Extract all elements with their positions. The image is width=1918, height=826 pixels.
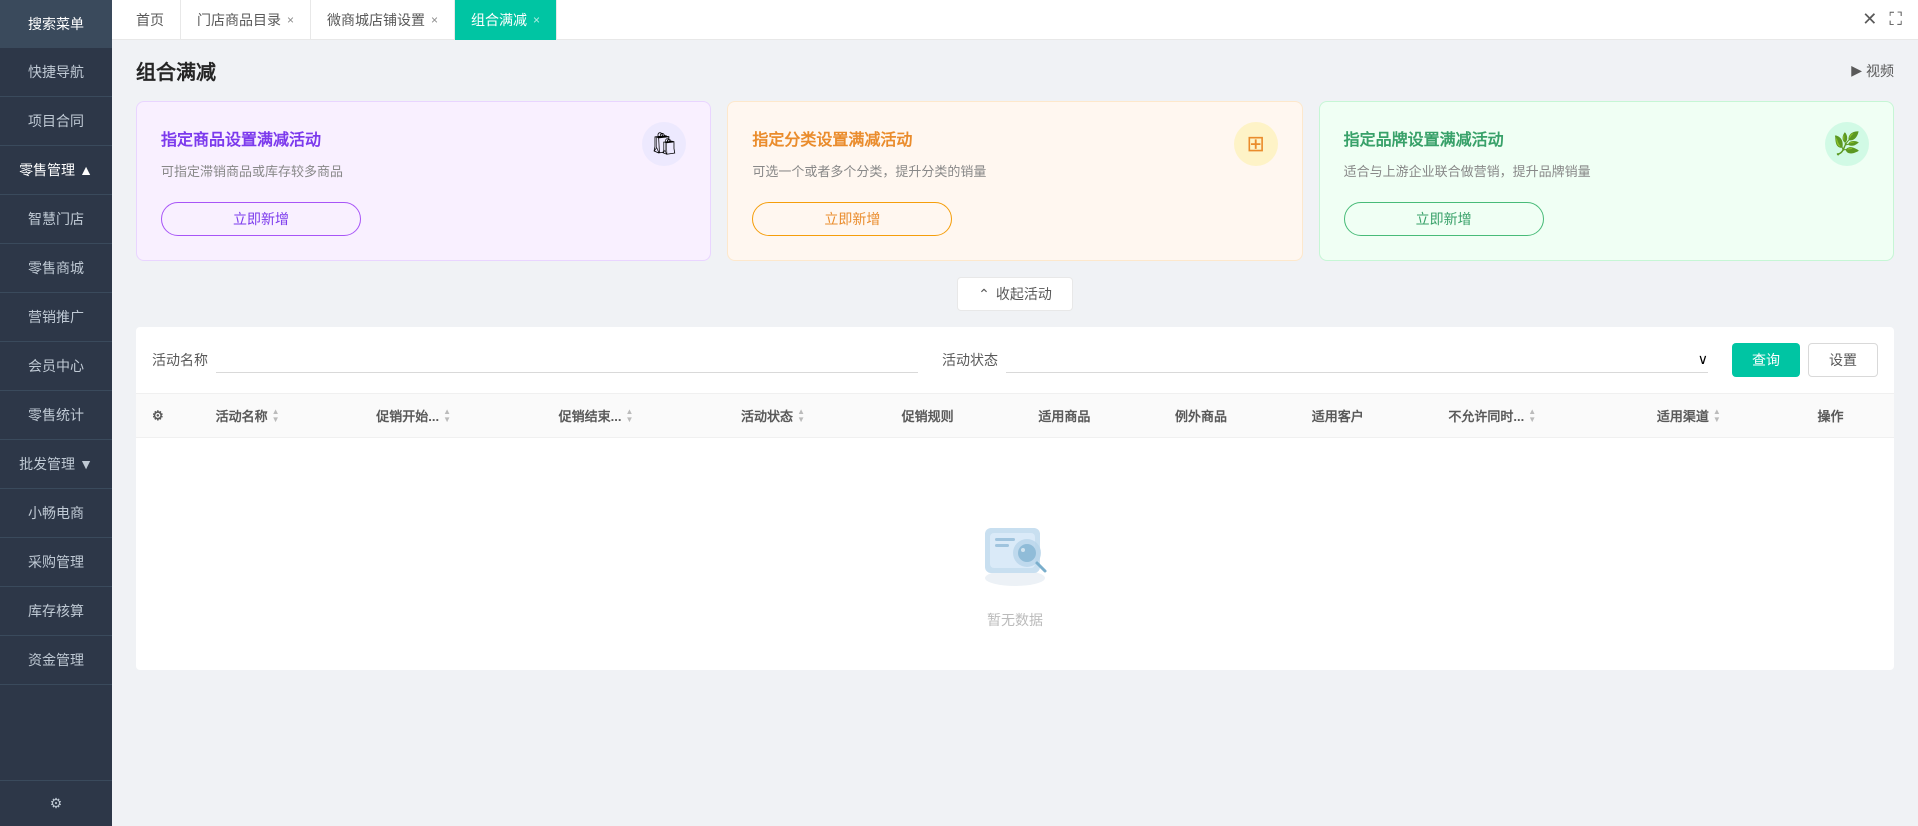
card-brand-icon: 🌿	[1825, 122, 1869, 166]
filter-name-label: 活动名称	[152, 350, 208, 370]
th-no-concurrent[interactable]: 不允许同时... ▲▼	[1440, 394, 1649, 438]
filter-status-select[interactable]: ∨	[1006, 347, 1708, 373]
collapse-bar: ⌃ 收起活动	[136, 277, 1894, 311]
tab-wechat-store-settings[interactable]: 微商城店铺设置 ×	[311, 0, 455, 40]
sidebar: 搜索菜单 快捷导航 项目合同 零售管理 ▲ 智慧门店 零售商城 营销推广 会员中…	[0, 0, 112, 826]
sidebar-item-member-center[interactable]: 会员中心	[0, 342, 112, 391]
tab-wechat-store-close[interactable]: ×	[431, 13, 438, 27]
sort-arrows-start: ▲▼	[443, 408, 451, 424]
th-promo-rule: 促销规则	[894, 394, 1031, 438]
sidebar-item-purchase-mgmt[interactable]: 采购管理	[0, 538, 112, 587]
filter-status-item: 活动状态 ∨	[942, 347, 1708, 373]
th-settings[interactable]: ⚙	[136, 394, 208, 438]
tab-bar: 首页 门店商品目录 × 微商城店铺设置 × 组合满减 × ✕ ⛶	[112, 0, 1918, 40]
tab-combo-discount-close[interactable]: ×	[533, 13, 540, 27]
card-category-title: 指定分类设置满减活动	[752, 126, 1277, 150]
card-brand-desc: 适合与上游企业联合做营销，提升品牌销量	[1344, 162, 1869, 182]
tab-actions: ✕ ⛶	[1862, 9, 1910, 30]
tab-store-catalog-close[interactable]: ×	[287, 13, 294, 27]
collapse-icon: ⌃	[978, 286, 990, 303]
sidebar-item-smart-store[interactable]: 智慧门店	[0, 195, 112, 244]
sidebar-item-wholesale-mgmt[interactable]: 批发管理 ▼	[0, 440, 112, 489]
sidebar-item-xiaochang-ecom[interactable]: 小畅电商	[0, 489, 112, 538]
filter-row: 活动名称 活动状态 ∨ 查询 设置	[136, 327, 1894, 394]
window-resize-btn[interactable]: ⛶	[1889, 9, 1902, 30]
sidebar-item-retail-mall[interactable]: 零售商城	[0, 244, 112, 293]
sidebar-item-retail-stats[interactable]: 零售统计	[0, 391, 112, 440]
activity-cards: 指定商品设置满减活动 🛍 可指定滞销商品或库存较多商品 立即新增 指定分类设置满…	[136, 101, 1894, 261]
sidebar-search[interactable]: 搜索菜单	[0, 0, 112, 48]
th-promo-start[interactable]: 促销开始... ▲▼	[368, 394, 550, 438]
filter-status-label: 活动状态	[942, 350, 998, 370]
chevron-down-icon: ∨	[1698, 351, 1708, 368]
card-brand-add-btn[interactable]: 立即新增	[1344, 202, 1544, 236]
th-applicable-channel[interactable]: 适用渠道 ▲▼	[1649, 394, 1810, 438]
filter-name-item: 活动名称	[152, 348, 918, 373]
sort-arrows-name: ▲▼	[272, 408, 280, 424]
window-close-btn[interactable]: ✕	[1862, 9, 1877, 30]
page-title-row: 组合满减 ▶ 视频	[136, 56, 1894, 85]
table-wrapper: ⚙ 活动名称 ▲▼ 促销开始... ▲▼	[136, 394, 1894, 670]
empty-text: 暂无数据	[987, 610, 1043, 630]
card-product-add-btn[interactable]: 立即新增	[161, 202, 361, 236]
activities-table: ⚙ 活动名称 ▲▼ 促销开始... ▲▼	[136, 394, 1894, 670]
collapse-activities-btn[interactable]: ⌃ 收起活动	[957, 277, 1073, 311]
card-product-desc: 可指定滞销商品或库存较多商品	[161, 162, 686, 182]
th-promo-end[interactable]: 促销结束... ▲▼	[551, 394, 733, 438]
card-category-desc: 可选一个或者多个分类，提升分类的销量	[752, 162, 1277, 182]
filter-name-input[interactable]	[216, 348, 918, 373]
th-applicable-customers: 适用客户	[1304, 394, 1441, 438]
play-icon: ▶	[1851, 62, 1862, 79]
sort-arrows-concurrent: ▲▼	[1528, 408, 1536, 424]
th-activity-status[interactable]: 活动状态 ▲▼	[733, 394, 894, 438]
card-brand-discount: 指定品牌设置满减活动 🌿 适合与上游企业联合做营销，提升品牌销量 立即新增	[1319, 101, 1894, 261]
th-operations: 操作	[1810, 394, 1895, 438]
card-product-icon: 🛍	[642, 122, 686, 166]
video-link[interactable]: ▶ 视频	[1851, 61, 1894, 81]
chevron-down-icon: ▼	[79, 456, 93, 472]
sort-arrows-channel: ▲▼	[1713, 408, 1721, 424]
sidebar-item-quick-nav[interactable]: 快捷导航	[0, 48, 112, 97]
sidebar-item-marketing[interactable]: 营销推广	[0, 293, 112, 342]
empty-illustration	[965, 498, 1065, 598]
card-category-add-btn[interactable]: 立即新增	[752, 202, 952, 236]
card-category-discount: 指定分类设置满减活动 ⊞ 可选一个或者多个分类，提升分类的销量 立即新增	[727, 101, 1302, 261]
tab-home[interactable]: 首页	[120, 0, 181, 40]
th-activity-name[interactable]: 活动名称 ▲▼	[208, 394, 369, 438]
main-area: 首页 门店商品目录 × 微商城店铺设置 × 组合满减 × ✕ ⛶ 组合满减 ▶ …	[112, 0, 1918, 826]
sort-arrows-status: ▲▼	[797, 408, 805, 424]
card-category-icon: ⊞	[1234, 122, 1278, 166]
sort-arrows-end: ▲▼	[626, 408, 634, 424]
card-product-title: 指定商品设置满减活动	[161, 126, 686, 150]
th-exception-products: 例外商品	[1167, 394, 1304, 438]
card-brand-title: 指定品牌设置满减活动	[1344, 126, 1869, 150]
query-btn[interactable]: 查询	[1732, 343, 1800, 377]
content-area: 组合满减 ▶ 视频 指定商品设置满减活动 🛍 可指定滞销商品或库存较多商品 立即…	[112, 40, 1918, 826]
filter-actions: 查询 设置	[1732, 343, 1878, 377]
card-product-discount: 指定商品设置满减活动 🛍 可指定滞销商品或库存较多商品 立即新增	[136, 101, 711, 261]
tab-store-catalog[interactable]: 门店商品目录 ×	[181, 0, 311, 40]
tab-combo-discount[interactable]: 组合满减 ×	[455, 0, 557, 40]
sidebar-item-retail-mgmt[interactable]: 零售管理 ▲	[0, 146, 112, 195]
empty-state: 暂无数据	[136, 438, 1894, 670]
page-title: 组合满减	[136, 56, 216, 85]
sidebar-item-finance[interactable]: 资金管理	[0, 636, 112, 685]
settings-icon[interactable]: ⚙	[0, 780, 112, 826]
th-applicable-products: 适用商品	[1030, 394, 1167, 438]
sidebar-item-inventory[interactable]: 库存核算	[0, 587, 112, 636]
sidebar-item-project-contract[interactable]: 项目合同	[0, 97, 112, 146]
settings-icon: ⚙	[152, 408, 164, 423]
settings-btn[interactable]: 设置	[1808, 343, 1878, 377]
chevron-up-icon: ▲	[79, 162, 93, 178]
